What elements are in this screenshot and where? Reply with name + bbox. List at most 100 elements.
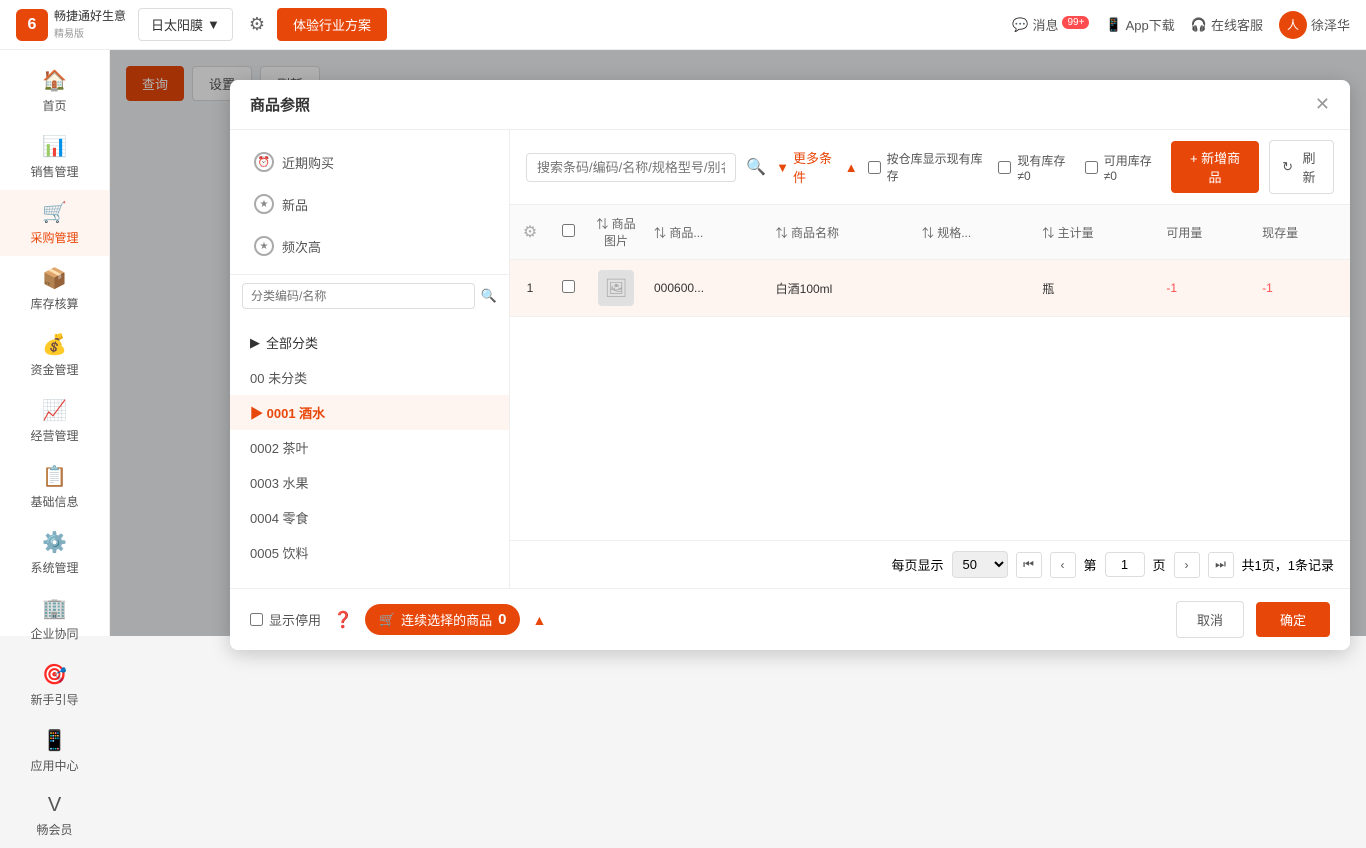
gear-icon[interactable]: ⚙ [249,14,265,35]
sidebar-item-member[interactable]: V 畅会员 [0,784,109,848]
layout: 🏠 首页 📊 销售管理 🛒 采购管理 📦 库存核算 💰 资金管理 📈 经营管理 … [0,50,1366,636]
messages-badge: 99+ [1062,16,1089,29]
page-input[interactable] [1105,552,1145,577]
prev-page-btn[interactable]: ‹ [1050,552,1076,578]
checkbox-available-stock[interactable]: 可用库存≠0 [1085,152,1161,183]
sidebar-item-basics[interactable]: 📋 基础信息 [0,454,109,520]
row-checkbox[interactable] [562,280,575,293]
sidebar-item-label: 销售管理 [30,163,78,180]
sidebar-item-apps[interactable]: 📱 应用中心 [0,718,109,784]
product-stock: -1 [1262,281,1273,295]
logo-char: 6 [28,16,37,34]
category-0002[interactable]: 0002 茶叶 [230,430,509,465]
warehouse-label: 按仓库显示现有库存 [887,150,989,184]
table-row[interactable]: 1 🖼 000600... [510,260,1350,317]
pagination: 每页显示 50 10 20 100 ⏮ ‹ 第 页 › ⏭ [510,540,1350,588]
search-submit-icon[interactable]: 🔍 [746,157,766,177]
category-0008[interactable]: 0008 水 [230,570,509,578]
sidebar-item-enterprise[interactable]: 🏢 企业协同 [0,586,109,652]
phone-icon: 📱 [1105,17,1121,33]
logo-icon: 6 [16,9,48,41]
th-spec: ⇅ 规格... [914,205,1034,260]
member-icon: V [48,794,61,817]
select-all-checkbox[interactable] [562,224,575,237]
finance-icon: 💰 [42,332,67,357]
category-search-row: 🔍 [230,274,509,317]
sidebar-item-guide[interactable]: 🎯 新手引导 [0,652,109,718]
new-products-item[interactable]: ★ 新品 [242,186,497,222]
disabled-checkbox[interactable] [250,613,263,626]
category-list: ▶ 全部分类 00 未分类 ▶ 0001 酒水 0002 茶叶 [230,317,509,578]
row-num: 1 [527,281,534,295]
cancel-button[interactable]: 取消 [1176,601,1244,638]
table-gear-icon[interactable]: ⚙ [523,224,537,241]
category-0004[interactable]: 0004 零食 [230,500,509,535]
th-spec-sort-icon: ⇅ [922,226,934,240]
category-search-input[interactable] [242,283,475,309]
active-triangle: ▶ [250,406,267,421]
first-page-btn[interactable]: ⏮ [1016,552,1042,578]
user-group[interactable]: 人 徐泽华 [1279,11,1350,39]
product-table-wrap: ⚙ ⇅ 商品图片 [510,205,1350,540]
sidebar-item-ops[interactable]: 📈 经营管理 [0,388,109,454]
category-label: 0001 酒水 [267,406,326,421]
td-code: 000600... [646,260,768,317]
refresh-label: 刷新 [1297,148,1321,186]
td-available: -1 [1158,260,1254,317]
app-download-group[interactable]: 📱 App下载 [1105,15,1174,34]
product-table: ⚙ ⇅ 商品图片 [510,205,1350,317]
sidebar-item-label: 应用中心 [30,757,78,774]
more-filter-btn[interactable]: ▼ 更多条件 ▲ [776,148,858,186]
modal-header: 商品参照 ✕ [230,80,1350,130]
sidebar-item-system[interactable]: ⚙️ 系统管理 [0,520,109,586]
online-service-group[interactable]: 🎧 在线客服 [1191,15,1263,34]
sidebar-item-purchase[interactable]: 🛒 采购管理 [0,190,109,256]
help-icon[interactable]: ❓ [333,610,353,630]
category-0003[interactable]: 0003 水果 [230,465,509,500]
right-panel: 🔍 ▼ 更多条件 ▲ 按仓库显示现有库存 现有库存≠0 [510,130,1350,588]
sidebar-item-sales[interactable]: 📊 销售管理 [0,124,109,190]
page-word: 第 [1084,555,1097,574]
show-disabled-checkbox[interactable]: 显示停用 [250,610,321,629]
sidebar-item-label: 企业协同 [30,625,78,642]
warehouse-checkbox[interactable] [868,161,881,174]
current-stock-checkbox[interactable] [998,161,1011,174]
modal-close-button[interactable]: ✕ [1315,94,1330,115]
recent-purchases-item[interactable]: ⏰ 近期购买 [242,144,497,180]
confirm-button[interactable]: 确定 [1256,602,1330,637]
checkbox-warehouse[interactable]: 按仓库显示现有库存 [868,150,989,184]
td-unit: 瓶 [1034,260,1158,317]
top-nav: 6 畅捷通好生意 精易版 日太阳膜 ▼ ⚙ 体验行业方案 💬 消息 99+ 📱 … [0,0,1366,50]
collapse-icon[interactable]: ▲ [532,612,546,628]
cart-group[interactable]: 🛒 连续选择的商品 0 [365,604,521,635]
sidebar-item-home[interactable]: 🏠 首页 [0,58,109,124]
sidebar-item-label: 首页 [42,97,66,114]
th-name: ⇅ 商品名称 [768,205,914,260]
all-categories-item[interactable]: ▶ 全部分类 [230,325,509,360]
experience-btn[interactable]: 体验行业方案 [277,8,387,41]
filter-icon: ▼ [776,160,789,175]
th-spec-label: 规格... [937,226,971,240]
available-stock-label: 可用库存≠0 [1104,152,1161,183]
category-00[interactable]: 00 未分类 [230,360,509,395]
sidebar-item-inventory[interactable]: 📦 库存核算 [0,256,109,322]
product-search-input[interactable] [526,153,736,182]
th-available: 可用量 [1158,205,1254,260]
sidebar-item-label: 基础信息 [30,493,78,510]
page-size-select[interactable]: 50 10 20 100 [952,551,1008,578]
store-dropdown[interactable]: 日太阳膜 ▼ [138,8,233,41]
category-0005[interactable]: 0005 饮料 [230,535,509,570]
th-img-label: 商品图片 [604,217,636,248]
checkbox-current-stock[interactable]: 现有库存≠0 [998,152,1074,183]
sidebar-item-finance[interactable]: 💰 资金管理 [0,322,109,388]
category-0001[interactable]: ▶ 0001 酒水 [230,395,509,430]
search-icon[interactable]: 🔍 [481,288,497,304]
th-unit-label: 主计量 [1058,226,1094,240]
next-page-btn[interactable]: › [1174,552,1200,578]
last-page-btn[interactable]: ⏭ [1208,552,1234,578]
available-stock-checkbox[interactable] [1085,161,1098,174]
add-product-btn[interactable]: + 新增商品 [1171,141,1259,193]
frequent-item[interactable]: ★ 频次高 [242,228,497,264]
messages-group[interactable]: 💬 消息 99+ [1012,15,1089,34]
refresh-btn[interactable]: ↻ 刷新 [1269,140,1334,194]
